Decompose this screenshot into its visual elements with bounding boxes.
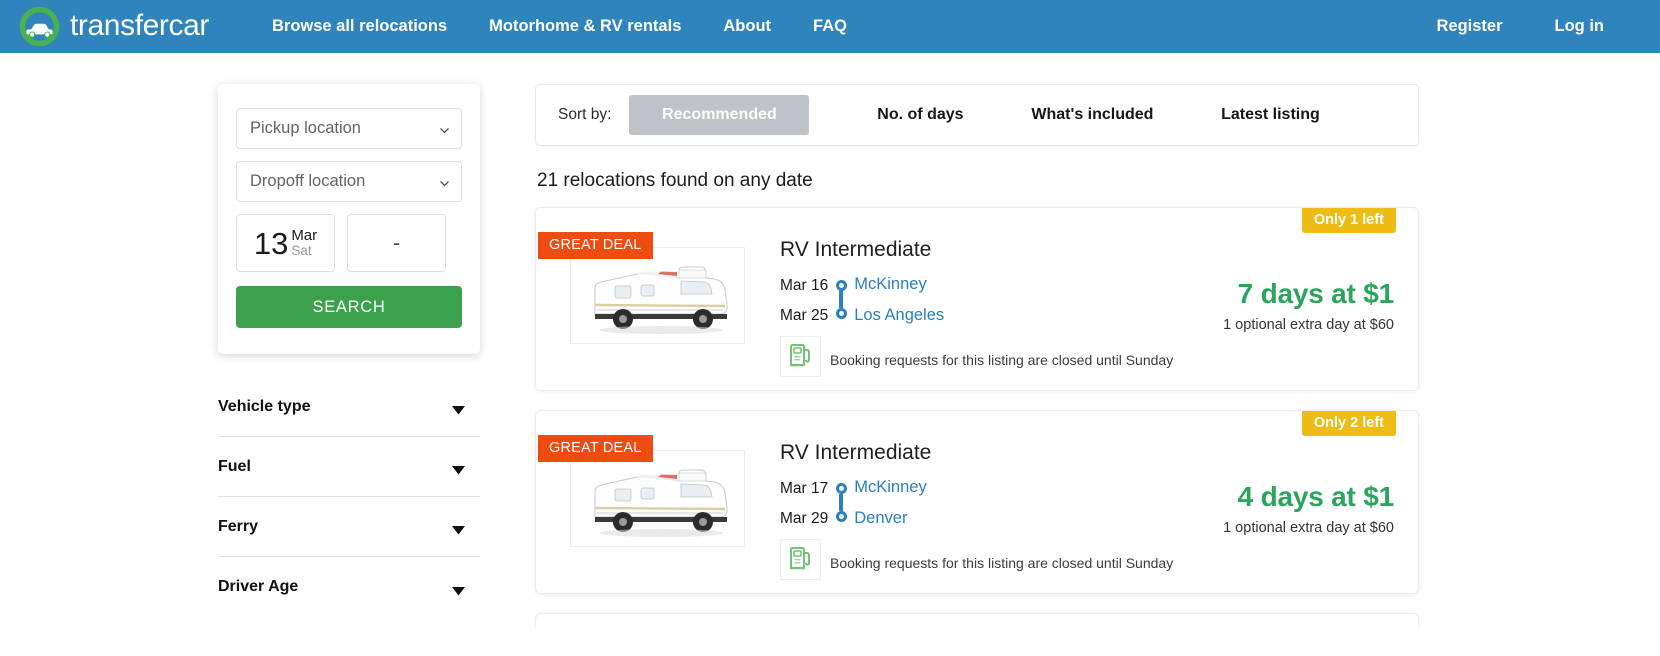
price-extra-day: 1 optional extra day at $60 bbox=[1223, 519, 1394, 536]
booking-note: Booking requests for this listing are cl… bbox=[830, 555, 1174, 571]
logo-text: transfercar bbox=[70, 8, 209, 42]
vehicle-thumbnail bbox=[570, 450, 745, 547]
sidebar: Pickup location Dropoff location 13 Mar … bbox=[218, 84, 518, 627]
chevron-down-icon bbox=[452, 522, 465, 535]
main-navigation: Browse all relocations Motorhome & RV re… bbox=[251, 17, 868, 36]
route-block: Mar 17 Mar 29 McKinney Denver bbox=[780, 478, 1153, 528]
dropoff-location-select[interactable]: Dropoff location bbox=[236, 161, 462, 202]
sort-option-recommended[interactable]: Recommended bbox=[629, 95, 810, 135]
next-listing-card-partial[interactable] bbox=[535, 613, 1419, 627]
sort-bar: Sort by: Recommended No. of days What's … bbox=[535, 84, 1419, 146]
filter-vehicle-type[interactable]: Vehicle type bbox=[218, 377, 480, 437]
filter-list: Vehicle type Fuel Ferry Driver Age bbox=[218, 377, 480, 617]
nav-item-browse-all-relocations[interactable]: Browse all relocations bbox=[251, 17, 468, 36]
search-panel: Pickup location Dropoff location 13 Mar … bbox=[218, 84, 480, 354]
pickup-location-select[interactable]: Pickup location bbox=[236, 108, 462, 149]
nav-item-motorhome-rv-rentals[interactable]: Motorhome & RV rentals bbox=[468, 17, 702, 36]
chevron-down-icon bbox=[439, 122, 450, 133]
great-deal-badge: GREAT DEAL bbox=[538, 232, 653, 259]
filter-label: Driver Age bbox=[218, 578, 299, 595]
nav-item-faq[interactable]: FAQ bbox=[792, 17, 868, 36]
route-line-icon bbox=[828, 478, 854, 528]
dropoff-date-placeholder: - bbox=[392, 230, 401, 255]
car-in-circular-arrow-logo-icon bbox=[18, 5, 61, 48]
pickup-date: Mar 16 bbox=[780, 277, 829, 294]
price-headline: 7 days at $1 bbox=[1237, 278, 1395, 309]
pickup-location-label: Pickup location bbox=[250, 119, 361, 137]
chevron-down-icon bbox=[452, 462, 465, 475]
dropoff-city[interactable]: Los Angeles bbox=[854, 306, 944, 325]
pickup-date-field[interactable]: 13 Mar Sat bbox=[236, 214, 335, 272]
price-headline: 4 days at $1 bbox=[1237, 481, 1395, 512]
pickup-date-day: 13 bbox=[253, 225, 289, 261]
sort-by-label: Sort by: bbox=[558, 106, 612, 123]
chevron-down-icon bbox=[439, 175, 450, 186]
vehicle-title: RV Intermediate bbox=[780, 238, 932, 261]
booking-note: Booking requests for this listing are cl… bbox=[830, 352, 1174, 368]
dropoff-date-field[interactable]: - bbox=[347, 214, 446, 272]
dropoff-date: Mar 25 bbox=[780, 307, 829, 324]
site-header: transfercar Browse all relocations Motor… bbox=[0, 0, 1660, 53]
sort-option-no-of-days[interactable]: No. of days bbox=[845, 95, 995, 135]
fuel-pump-icon bbox=[789, 545, 812, 575]
listing-card[interactable]: GREAT DEAL Only 2 left RV Intermediate M… bbox=[535, 410, 1419, 594]
dropoff-city[interactable]: Denver bbox=[854, 509, 926, 528]
great-deal-badge: GREAT DEAL bbox=[538, 435, 653, 462]
filter-fuel[interactable]: Fuel bbox=[218, 437, 480, 497]
results-area: Sort by: Recommended No. of days What's … bbox=[535, 84, 1419, 627]
page-body: Pickup location Dropoff location 13 Mar … bbox=[0, 53, 1660, 627]
fuel-included-badge bbox=[780, 539, 821, 580]
vehicle-title: RV Intermediate bbox=[780, 441, 932, 464]
listing-details: RV Intermediate Mar 17 Mar 29 McKinney D… bbox=[780, 432, 1173, 593]
nav-item-about[interactable]: About bbox=[702, 17, 792, 36]
account-navigation: Register Log in bbox=[1410, 0, 1630, 53]
route-block: Mar 16 Mar 25 McKinney Los Angeles bbox=[780, 275, 1153, 325]
filter-ferry[interactable]: Ferry bbox=[218, 497, 480, 557]
price-extra-day: 1 optional extra day at $60 bbox=[1223, 316, 1394, 333]
chevron-down-icon bbox=[452, 583, 465, 595]
availability-badge: Only 1 left bbox=[1301, 208, 1396, 233]
price-block: 7 days at $1 1 optional extra day at $60 bbox=[1153, 229, 1418, 390]
register-link[interactable]: Register bbox=[1410, 17, 1528, 36]
filter-label: Vehicle type bbox=[218, 397, 311, 415]
listing-card[interactable]: GREAT DEAL Only 1 left RV Intermediate M… bbox=[535, 207, 1419, 391]
pickup-date-month: Mar bbox=[291, 227, 318, 245]
pickup-city[interactable]: McKinney bbox=[854, 478, 926, 497]
listing-details: RV Intermediate Mar 16 Mar 25 McKinney L… bbox=[780, 229, 1173, 390]
pickup-date-weekday: Sat bbox=[291, 242, 312, 258]
availability-badge: Only 2 left bbox=[1301, 411, 1396, 436]
login-link[interactable]: Log in bbox=[1529, 17, 1630, 36]
filter-driver-age[interactable]: Driver Age bbox=[218, 557, 480, 617]
dropoff-date: Mar 29 bbox=[780, 510, 829, 527]
filter-label: Ferry bbox=[218, 517, 259, 535]
fuel-included-badge bbox=[780, 336, 821, 377]
results-count: 21 relocations found on any date bbox=[537, 170, 813, 191]
logo[interactable]: transfercar bbox=[18, 5, 209, 48]
route-line-icon bbox=[828, 275, 854, 325]
search-button[interactable]: SEARCH bbox=[236, 286, 462, 328]
filter-label: Fuel bbox=[218, 457, 251, 475]
chevron-down-icon bbox=[452, 402, 465, 415]
sort-option-latest-listing[interactable]: Latest listing bbox=[1185, 95, 1355, 135]
vehicle-thumbnail bbox=[570, 247, 745, 344]
sort-option-whats-included[interactable]: What's included bbox=[1007, 95, 1177, 135]
price-block: 4 days at $1 1 optional extra day at $60 bbox=[1153, 432, 1418, 593]
fuel-pump-icon bbox=[789, 342, 812, 372]
pickup-city[interactable]: McKinney bbox=[854, 275, 944, 294]
pickup-date: Mar 17 bbox=[780, 480, 829, 497]
date-range-row: 13 Mar Sat - bbox=[236, 214, 462, 272]
dropoff-location-label: Dropoff location bbox=[250, 172, 366, 190]
